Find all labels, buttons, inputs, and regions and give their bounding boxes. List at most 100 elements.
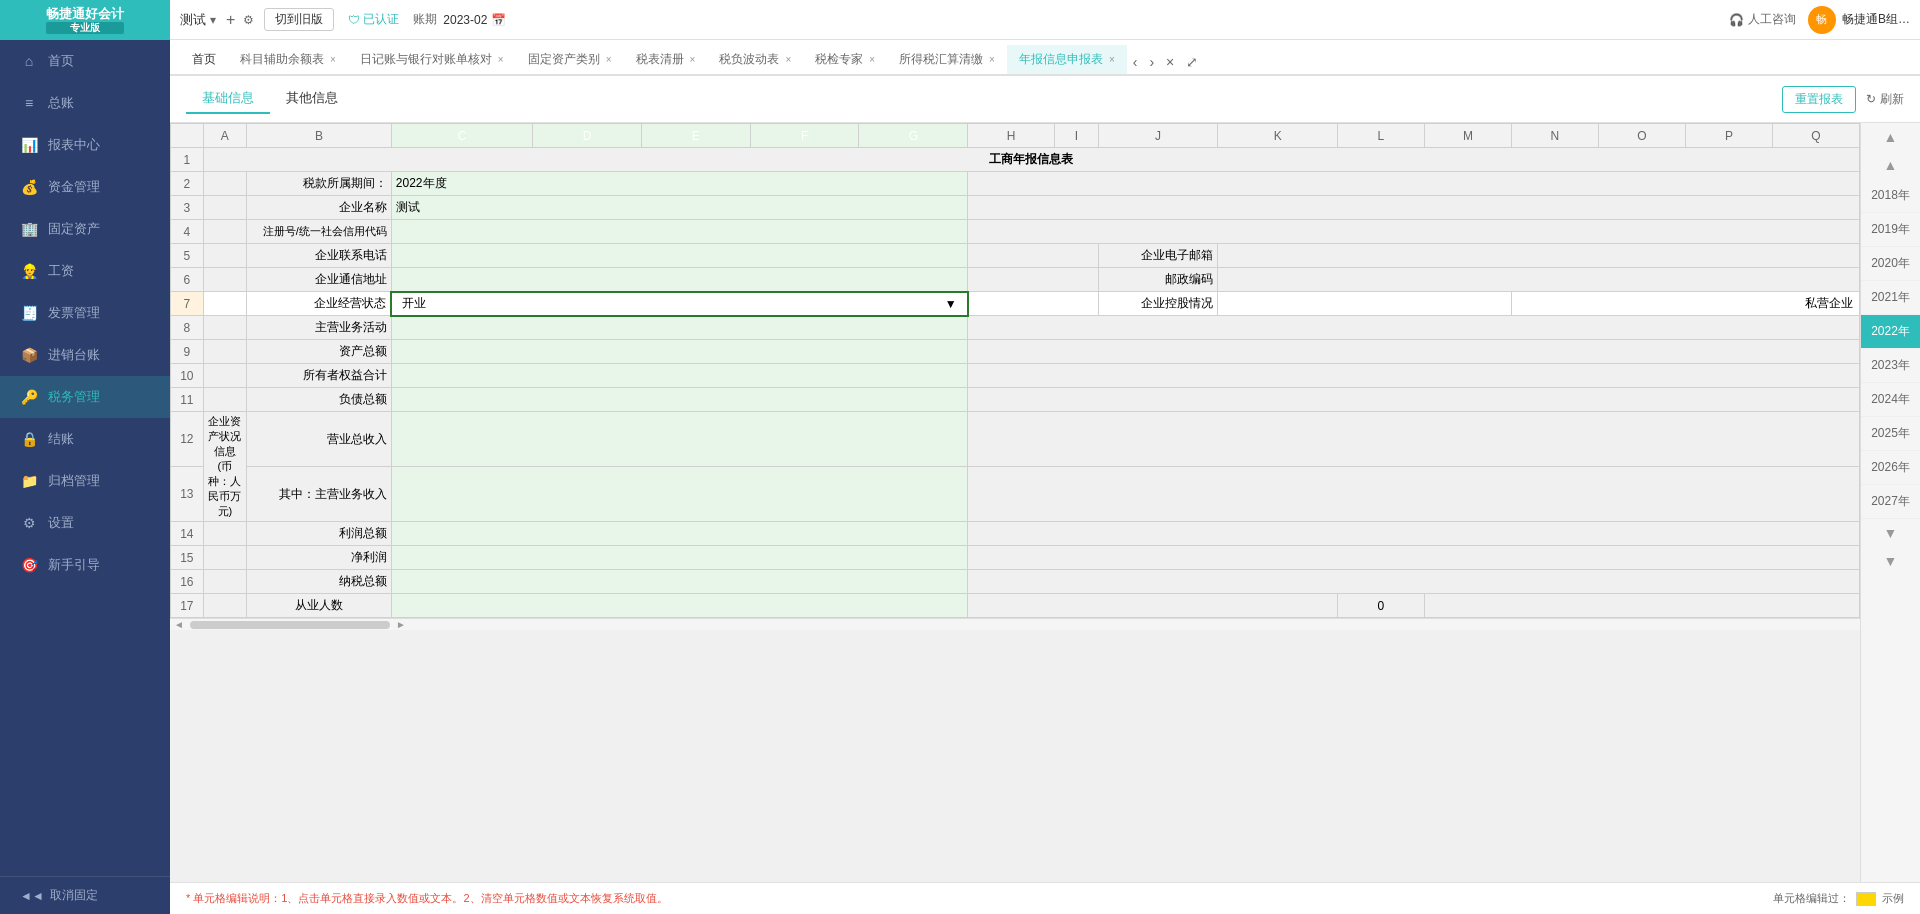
cell-title[interactable]: 工商年报信息表: [203, 148, 1859, 172]
col-header-M[interactable]: M: [1424, 124, 1511, 148]
col-header-F[interactable]: F: [750, 124, 859, 148]
profit-value[interactable]: [391, 522, 967, 546]
close-tab-tax-expert[interactable]: ×: [869, 54, 875, 65]
sidebar-item-stock[interactable]: 📦 进销台账: [0, 334, 170, 376]
col-header-Q[interactable]: Q: [1772, 124, 1859, 148]
tab-scroll-right[interactable]: ›: [1143, 50, 1160, 74]
sidebar-item-finance[interactable]: 💰 资金管理: [0, 166, 170, 208]
refresh-button[interactable]: ↻ 刷新: [1866, 91, 1904, 108]
sidebar-item-guide[interactable]: 🎯 新手引导: [0, 544, 170, 586]
col-header-L[interactable]: L: [1337, 124, 1424, 148]
subtab-other[interactable]: 其他信息: [270, 84, 354, 114]
main-biz-value[interactable]: [391, 316, 967, 340]
liabilities-value[interactable]: [391, 388, 967, 412]
close-tab-fixed-asset[interactable]: ×: [606, 54, 612, 65]
address-value[interactable]: [391, 268, 967, 292]
dropdown-icon[interactable]: ▾: [210, 13, 216, 27]
horizontal-scrollbar[interactable]: ◄ ►: [170, 618, 1860, 630]
assets-value[interactable]: [391, 340, 967, 364]
sidebar-item-reports[interactable]: 📊 报表中心: [0, 124, 170, 166]
sidebar-item-settings[interactable]: ⚙ 设置: [0, 502, 170, 544]
tab-tax-wave[interactable]: 税负波动表 ×: [707, 45, 803, 76]
tab-expand[interactable]: ⤢: [1180, 50, 1204, 74]
tab-journal[interactable]: 日记账与银行对账单核对 ×: [348, 45, 516, 76]
email-value[interactable]: [1218, 244, 1860, 268]
add-icon[interactable]: +: [226, 11, 235, 29]
tab-tax-expert[interactable]: 税检专家 ×: [803, 45, 887, 76]
col-header-N[interactable]: N: [1511, 124, 1598, 148]
year-scroll-up[interactable]: ▲: [1878, 123, 1904, 151]
employees-value[interactable]: [391, 594, 967, 618]
tab-annual-report[interactable]: 年报信息申报表 ×: [1007, 45, 1127, 76]
net-profit-value[interactable]: [391, 546, 967, 570]
close-tab-tax-wave[interactable]: ×: [785, 54, 791, 65]
close-tab-journal[interactable]: ×: [498, 54, 504, 65]
col-header-H[interactable]: H: [968, 124, 1055, 148]
settings-icon[interactable]: ⚙: [243, 13, 254, 27]
company-value[interactable]: 测试: [391, 196, 967, 220]
equity-value[interactable]: [391, 364, 967, 388]
year-2020[interactable]: 2020年: [1861, 247, 1920, 281]
revenue-value[interactable]: [391, 412, 967, 467]
col-header-G[interactable]: G: [859, 124, 968, 148]
col-header-P[interactable]: P: [1685, 124, 1772, 148]
tab-home[interactable]: 首页: [180, 45, 228, 74]
sidebar-item-assets[interactable]: 🏢 固定资产: [0, 208, 170, 250]
col-header-O[interactable]: O: [1598, 124, 1685, 148]
col-header-B[interactable]: B: [247, 124, 392, 148]
year-2026[interactable]: 2026年: [1861, 451, 1920, 485]
col-header-K[interactable]: K: [1218, 124, 1338, 148]
status-dropdown[interactable]: 开业 ▼: [391, 292, 967, 316]
main-revenue-value[interactable]: [391, 467, 967, 522]
close-tab-subject[interactable]: ×: [330, 54, 336, 65]
reg-value[interactable]: [391, 220, 967, 244]
year-2023[interactable]: 2023年: [1861, 349, 1920, 383]
year-scroll-down2[interactable]: ▼: [1878, 547, 1904, 575]
phone-value[interactable]: [391, 244, 967, 268]
col-header-A[interactable]: A: [203, 124, 247, 148]
year-scroll-up2[interactable]: ▲: [1878, 151, 1904, 179]
dropdown-arrow[interactable]: ▼: [945, 297, 957, 311]
holding-value[interactable]: [1218, 292, 1512, 316]
calendar-icon[interactable]: 📅: [491, 13, 506, 27]
year-2024[interactable]: 2024年: [1861, 383, 1920, 417]
sidebar-item-archive[interactable]: 📁 归档管理: [0, 460, 170, 502]
year-2021[interactable]: 2021年: [1861, 281, 1920, 315]
tab-subject[interactable]: 科目辅助余额表 ×: [228, 45, 348, 76]
sidebar-item-home[interactable]: ⌂ 首页: [0, 40, 170, 82]
old-version-button[interactable]: 切到旧版: [264, 8, 334, 31]
year-2018[interactable]: 2018年: [1861, 179, 1920, 213]
sidebar-item-tax[interactable]: 🔑 税务管理: [0, 376, 170, 418]
year-2025[interactable]: 2025年: [1861, 417, 1920, 451]
tab-scroll-left[interactable]: ‹: [1127, 50, 1144, 74]
tab-close-current[interactable]: ×: [1160, 50, 1180, 74]
sidebar-item-ledger[interactable]: ≡ 总账: [0, 82, 170, 124]
year-2019[interactable]: 2019年: [1861, 213, 1920, 247]
col-header-I[interactable]: I: [1055, 124, 1099, 148]
subtab-basic[interactable]: 基础信息: [186, 84, 270, 114]
scroll-thumb[interactable]: [190, 621, 390, 629]
sidebar-item-salary[interactable]: 👷 工资: [0, 250, 170, 292]
col-header-J[interactable]: J: [1098, 124, 1218, 148]
col-header-C[interactable]: C: [391, 124, 532, 148]
cancel-fixed-button[interactable]: ◄◄ 取消固定: [0, 876, 170, 914]
close-tab-tax-list[interactable]: ×: [690, 54, 696, 65]
tab-income-tax[interactable]: 所得税汇算清缴 ×: [887, 45, 1007, 76]
year-scroll-down[interactable]: ▼: [1878, 519, 1904, 547]
sidebar-item-close[interactable]: 🔒 结账: [0, 418, 170, 460]
close-tab-income-tax[interactable]: ×: [989, 54, 995, 65]
postal-value[interactable]: [1218, 268, 1860, 292]
year-2027[interactable]: 2027年: [1861, 485, 1920, 519]
close-tab-annual[interactable]: ×: [1109, 54, 1115, 65]
year-2022[interactable]: 2022年: [1861, 315, 1920, 349]
tab-tax-list[interactable]: 税表清册 ×: [624, 45, 708, 76]
sidebar-item-invoice[interactable]: 🧾 发票管理: [0, 292, 170, 334]
period-value[interactable]: 2022年度: [391, 172, 967, 196]
col-header-D[interactable]: D: [533, 124, 642, 148]
reset-button[interactable]: 重置报表: [1782, 86, 1856, 113]
service-button[interactable]: 🎧 人工咨询: [1729, 11, 1796, 28]
tab-fixed-asset[interactable]: 固定资产类别 ×: [516, 45, 624, 76]
user-menu[interactable]: 畅 畅捷通B组…: [1808, 6, 1910, 34]
tax-total-value[interactable]: [391, 570, 967, 594]
col-header-E[interactable]: E: [641, 124, 750, 148]
